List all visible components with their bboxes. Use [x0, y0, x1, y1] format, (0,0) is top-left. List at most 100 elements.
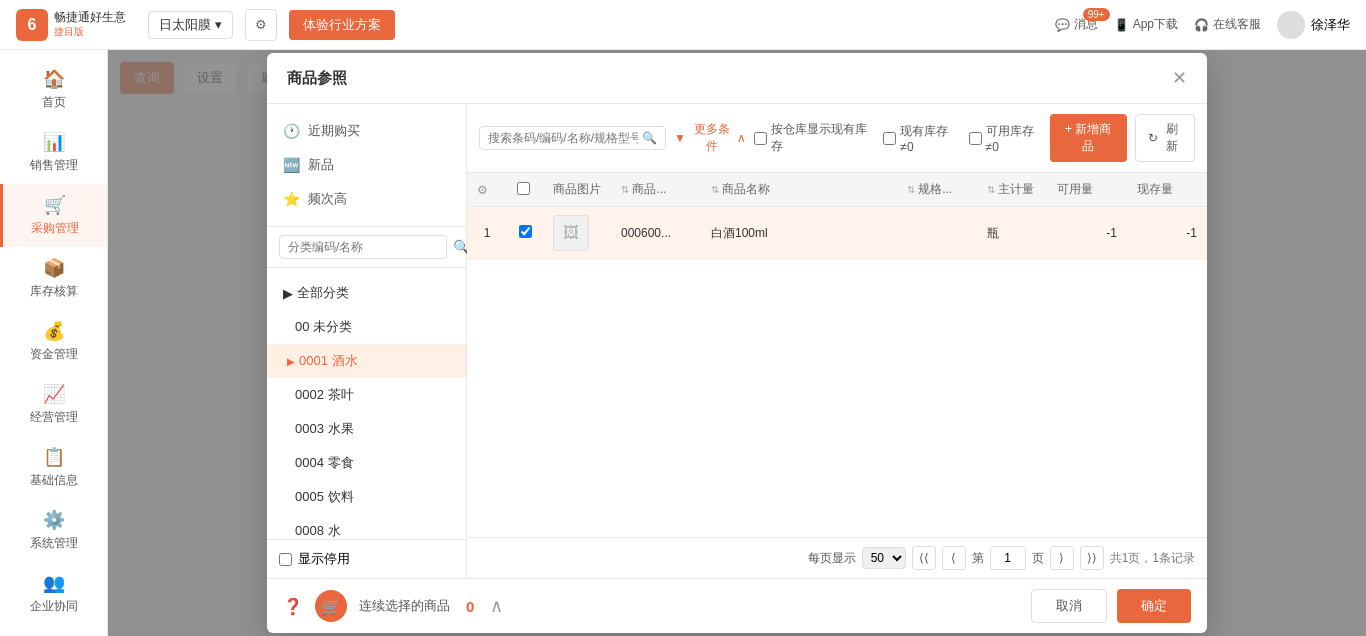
checkbox-stock-ne0[interactable]: 现有库存≠0 [883, 123, 956, 154]
cat-beverage[interactable]: 0005 饮料 [267, 480, 466, 514]
modal-left-panel: 🕐 近期购买 🆕 新品 ⭐ 频次高 [267, 104, 467, 578]
product-reference-modal: 商品参照 ✕ 🕐 近期购买 🆕 [267, 53, 1207, 633]
category-list: ▶ 全部分类 00 未分类 ▶ 0001 酒水 0002 茶 [267, 268, 466, 539]
system-icon: ⚙️ [43, 509, 65, 531]
cat-liquor[interactable]: ▶ 0001 酒水 [267, 344, 466, 378]
confirm-button[interactable]: 确定 [1117, 589, 1191, 623]
search-icon[interactable]: 🔍 [642, 131, 657, 145]
finance-icon: 💰 [43, 320, 65, 342]
sidebar-item-procurement[interactable]: 🛒 采购管理 [0, 184, 107, 247]
app-name: 畅捷通好生意 [54, 10, 126, 26]
col-avail-header: 可用量 [1047, 173, 1127, 207]
warehouse-cb[interactable] [754, 132, 767, 145]
user-menu[interactable]: 徐泽华 [1277, 11, 1350, 39]
show-disabled-label: 显示停用 [298, 550, 350, 568]
nav-dropdown[interactable]: 日太阳膜 ▾ [148, 11, 233, 39]
pagination: 每页显示 50 ⟨⟨ ⟨ 第 页 ⟩ ⟩⟩ 共1页，1条记录 [467, 537, 1207, 578]
tab-recent-purchase[interactable]: 🕐 近期购买 [267, 114, 466, 148]
nav-right: 💬 消息 99+ 📱 App下载 🎧 在线客服 徐泽华 [1055, 11, 1350, 39]
last-page-btn[interactable]: ⟩⟩ [1080, 546, 1104, 570]
procurement-icon: 🛒 [44, 194, 66, 216]
product-thumbnail: 🖼 [553, 215, 589, 251]
row-image-cell: 🖼 [543, 207, 611, 260]
sort-icon-name: ⇅ [711, 184, 719, 195]
cat-expand-icon: ▶ [283, 286, 293, 301]
sidebar-item-finance[interactable]: 💰 资金管理 [0, 310, 107, 373]
col-settings: ⚙ [467, 173, 507, 207]
col-stock-header: 现存量 [1127, 173, 1207, 207]
headset-icon: 🎧 [1194, 18, 1209, 32]
basic-info-icon: 📋 [43, 446, 65, 468]
page-size-select[interactable]: 50 [862, 547, 906, 569]
refresh-button[interactable]: ↻ 刷新 [1135, 114, 1195, 162]
cat-uncategorized[interactable]: 00 未分类 [267, 310, 466, 344]
next-page-btn[interactable]: ⟩ [1050, 546, 1074, 570]
messages-btn[interactable]: 💬 消息 99+ [1055, 16, 1098, 33]
col-image-header: 商品图片 [543, 173, 611, 207]
category-search-input[interactable] [279, 235, 447, 259]
row-spec-cell [897, 207, 977, 260]
sort-icon-unit: ⇅ [987, 184, 995, 195]
app-download-btn[interactable]: 📱 App下载 [1114, 16, 1178, 33]
sidebar-item-operations[interactable]: 📈 经营管理 [0, 373, 107, 436]
avail-ne0-cb[interactable] [969, 132, 982, 145]
cat-water[interactable]: 0008 水 [267, 514, 466, 539]
star-icon: ⭐ [283, 191, 300, 207]
cart-button[interactable]: 🛒 [315, 590, 347, 622]
cat-tea[interactable]: 0002 茶叶 [267, 378, 466, 412]
cat-all[interactable]: ▶ 全部分类 [267, 276, 466, 310]
filter-button[interactable]: ▼ 更多条件 ∧ [674, 121, 746, 155]
sidebar-item-guide[interactable]: 🌟 新手引导 [0, 625, 107, 636]
sidebar-item-home[interactable]: 🏠 首页 [0, 58, 107, 121]
product-search-input[interactable] [488, 131, 638, 145]
tab-new-product[interactable]: 🆕 新品 [267, 148, 466, 182]
row-available-cell: -1 [1047, 207, 1127, 260]
prev-page-btn[interactable]: ⟨ [942, 546, 966, 570]
home-icon: 🏠 [43, 68, 65, 90]
sidebar-item-system[interactable]: ⚙️ 系统管理 [0, 499, 107, 562]
filter-checkboxes: 按仓库显示现有库存 现有库存≠0 可用库存≠0 [754, 121, 1041, 155]
message-icon: 💬 [1055, 18, 1070, 32]
layout: 🏠 首页 📊 销售管理 🛒 采购管理 📦 库存核算 💰 资金管理 📈 经营管理 … [0, 50, 1366, 636]
sidebar-item-inventory[interactable]: 📦 库存核算 [0, 247, 107, 310]
cancel-button[interactable]: 取消 [1031, 589, 1107, 623]
product-search-box[interactable]: 🔍 [479, 126, 666, 150]
sidebar-item-enterprise[interactable]: 👥 企业协同 [0, 562, 107, 625]
col-spec-header: ⇅ 规格... [897, 173, 977, 207]
show-disabled-checkbox[interactable] [279, 553, 292, 566]
row-checkbox[interactable] [519, 225, 532, 238]
cat-fruit[interactable]: 0003 水果 [267, 412, 466, 446]
sidebar-item-sales[interactable]: 📊 销售管理 [0, 121, 107, 184]
image-placeholder-icon: 🖼 [563, 224, 579, 242]
stock-ne0-cb[interactable] [883, 132, 896, 145]
sidebar-item-basic-info[interactable]: 📋 基础信息 [0, 436, 107, 499]
settings-icon[interactable]: ⚙ [245, 9, 277, 41]
checkbox-avail-ne0[interactable]: 可用库存≠0 [969, 123, 1042, 154]
add-product-button[interactable]: + 新增商品 [1050, 114, 1127, 162]
filter-collapse-icon: ∧ [737, 131, 746, 145]
col-unit-header: ⇅ 主计量 [977, 173, 1047, 207]
table-body: 1 🖼 [467, 207, 1207, 260]
col-checkbox [507, 173, 543, 207]
table-row[interactable]: 1 🖼 [467, 207, 1207, 260]
tab-high-frequency[interactable]: ⭐ 频次高 [267, 182, 466, 216]
online-service-btn[interactable]: 🎧 在线客服 [1194, 16, 1261, 33]
sales-icon: 📊 [43, 131, 65, 153]
select-all-checkbox[interactable] [517, 182, 530, 195]
help-icon[interactable]: ❓ [283, 597, 303, 616]
app-sub: 捷目版 [54, 25, 126, 39]
cart-collapse-icon[interactable]: ∧ [490, 595, 503, 617]
page-number-input[interactable] [990, 546, 1026, 570]
col-settings-icon[interactable]: ⚙ [477, 183, 488, 197]
sort-icon-spec: ⇅ [907, 184, 915, 195]
trial-button[interactable]: 体验行业方案 [289, 10, 395, 40]
toolbar-right: + 新增商品 ↻ 刷新 [1050, 114, 1195, 162]
inventory-icon: 📦 [43, 257, 65, 279]
checkbox-warehouse[interactable]: 按仓库显示现有库存 [754, 121, 871, 155]
mobile-icon: 📱 [1114, 18, 1129, 32]
modal-close-button[interactable]: ✕ [1172, 67, 1187, 89]
first-page-btn[interactable]: ⟨⟨ [912, 546, 936, 570]
cat-snack[interactable]: 0004 零食 [267, 446, 466, 480]
page-total: 共1页，1条记录 [1110, 550, 1195, 567]
modal-header: 商品参照 ✕ [267, 53, 1207, 104]
